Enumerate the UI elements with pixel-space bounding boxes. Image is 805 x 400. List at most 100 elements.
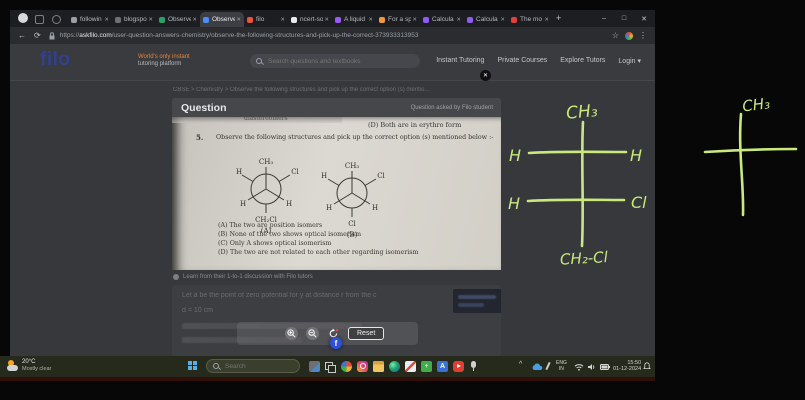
browser-tab[interactable]: Calcula ✕ — [420, 12, 464, 27]
svg-text:H: H — [372, 204, 378, 212]
taskbar-search-input[interactable] — [223, 361, 293, 371]
nav-explore-tutors[interactable]: Explore Tutors — [560, 57, 605, 65]
browser-tab[interactable]: Calcula ✕ — [464, 12, 508, 27]
browser-tab[interactable]: ncert-so ✕ — [288, 12, 332, 27]
cloud-shape — [7, 365, 18, 371]
edge-browser-icon[interactable] — [389, 361, 400, 372]
tab-bar: followin ✕ blogspo ✕ Observe ✕ Observe ✕ fil… — [10, 10, 655, 27]
tab-close-icon[interactable]: ✕ — [280, 17, 285, 23]
task-view-icon[interactable] — [325, 362, 336, 373]
instagram-icon[interactable] — [357, 361, 368, 372]
taskbar-search[interactable] — [206, 359, 300, 373]
weather-widget[interactable]: 20°C Mostly clear — [22, 359, 51, 372]
search-input[interactable] — [266, 56, 414, 66]
zoom-out-button[interactable] — [306, 327, 319, 340]
clock-widget[interactable]: 15:50 01-12-2024 — [613, 360, 641, 372]
url-text[interactable]: https://askfilo.com/user-question-answer… — [60, 32, 606, 39]
paint-app-icon[interactable] — [405, 361, 416, 372]
site-nav: Instant Tutoring Private Courses Explore… — [436, 57, 641, 65]
bookmark-star-icon[interactable]: ☆ — [612, 31, 619, 40]
browser-tab[interactable]: followin ✕ — [68, 12, 112, 27]
search-icon — [256, 58, 262, 64]
close-overlay-button[interactable]: ✕ — [480, 70, 491, 81]
svg-text:Cl: Cl — [377, 172, 385, 180]
onedrive-cloud-icon[interactable] — [531, 363, 543, 371]
browser-tab[interactable]: A liquid ✕ — [332, 12, 376, 27]
tab-group-icon[interactable] — [35, 15, 44, 24]
battery-icon[interactable] — [600, 363, 610, 370]
nav-login[interactable]: Login ▾ — [618, 57, 641, 65]
account-avatar[interactable] — [625, 31, 633, 40]
svg-text:H: H — [240, 200, 246, 208]
tab-favicon — [467, 16, 473, 23]
back-icon[interactable]: ← — [18, 31, 26, 40]
svg-text:H: H — [326, 204, 332, 212]
svg-text:H: H — [236, 168, 242, 176]
tab-close-icon[interactable]: ✕ — [544, 17, 549, 23]
question-image[interactable]: diastereomers (D) Both are in erythro fo… — [172, 117, 501, 270]
window-minimize-button[interactable]: – — [595, 10, 613, 27]
filo-logo-badge[interactable]: f — [330, 337, 342, 349]
zoom-in-button[interactable] — [285, 327, 298, 340]
tutor-avatar — [173, 274, 179, 280]
refresh-icon[interactable]: ⟳ — [34, 31, 41, 40]
svg-text:H: H — [286, 200, 292, 208]
tab-close-icon[interactable]: ✕ — [412, 17, 417, 23]
address-bar: ← ⟳ https://askfilo.com/user-question-an… — [10, 27, 655, 44]
browser-tab[interactable]: The mo ✕ — [508, 12, 552, 27]
pinwheel-app-icon[interactable] — [341, 361, 352, 372]
thumbnail-text-bar — [458, 303, 484, 307]
weather-icon — [7, 360, 19, 372]
filo-logo[interactable]: filo — [40, 49, 71, 71]
language-indicator[interactable]: ENG IN — [556, 360, 567, 372]
wifi-icon[interactable] — [574, 363, 584, 371]
browser-tab-active[interactable]: Observe ✕ — [200, 12, 244, 27]
site-tagline: World's only instant tutoring platform — [138, 54, 190, 67]
pen-icon[interactable] — [545, 361, 551, 371]
tab-close-icon[interactable]: ✕ — [368, 17, 373, 23]
tab-search-icon[interactable] — [52, 15, 61, 24]
speaker-icon[interactable] — [588, 363, 596, 371]
a-app-icon[interactable]: A — [437, 361, 448, 372]
photos-app-icon[interactable] — [309, 361, 320, 372]
tab-favicon — [291, 16, 297, 23]
lock-icon[interactable] — [49, 31, 55, 40]
browser-menu-icon[interactable]: ⋮ — [639, 31, 647, 40]
site-search[interactable] — [250, 54, 420, 68]
nav-private-courses[interactable]: Private Courses — [497, 57, 547, 65]
start-button[interactable] — [188, 361, 197, 370]
tab-favicon — [335, 16, 341, 23]
answer-option-d: (D) The two are not related to each othe… — [218, 249, 419, 256]
window-close-button[interactable]: ✕ — [635, 10, 653, 27]
microphone-icon[interactable] — [471, 361, 476, 371]
scan-question-text: Observe the following structures and pic… — [216, 133, 494, 141]
tab-close-icon[interactable]: ✕ — [500, 17, 505, 23]
browser-tab[interactable]: blogspo ✕ — [112, 12, 156, 27]
svg-text:Cl: Cl — [348, 220, 356, 228]
browser-profile-avatar[interactable] — [18, 13, 28, 23]
tab-close-icon[interactable]: ✕ — [148, 17, 153, 23]
tab-close-icon[interactable]: ✕ — [104, 17, 109, 23]
browser-tab[interactable]: Observe ✕ — [156, 12, 200, 27]
tab-close-icon[interactable]: ✕ — [324, 17, 329, 23]
browser-window: followin ✕ blogspo ✕ Observe ✕ Observe ✕ fil… — [10, 10, 655, 356]
reset-button[interactable]: Reset — [348, 327, 385, 340]
file-explorer-icon[interactable] — [373, 361, 384, 372]
nav-instant-tutoring[interactable]: Instant Tutoring — [436, 57, 484, 65]
tab-favicon — [203, 16, 209, 23]
tab-close-icon[interactable]: ✕ — [456, 17, 461, 23]
youtube-icon[interactable] — [453, 361, 464, 372]
browser-tab[interactable]: For a sp ✕ — [376, 12, 420, 27]
new-tab-button[interactable]: + — [556, 14, 561, 23]
tab-favicon — [379, 16, 385, 23]
tab-close-icon[interactable]: ✕ — [192, 17, 197, 23]
scan-partial-text: diastereomers — [244, 117, 288, 122]
tray-overflow-chevron-icon[interactable]: ^ — [519, 361, 522, 367]
tab-close-icon[interactable]: ✕ — [236, 17, 241, 23]
browser-tab[interactable]: filo ✕ — [244, 12, 288, 27]
green-app-icon[interactable]: + — [421, 361, 432, 372]
notification-bell-icon[interactable] — [643, 362, 651, 371]
breadcrumb: CBSE > Chemistry > Observe the following… — [173, 87, 430, 93]
window-maximize-button[interactable]: □ — [615, 10, 633, 27]
related-thumbnail[interactable] — [453, 289, 501, 313]
